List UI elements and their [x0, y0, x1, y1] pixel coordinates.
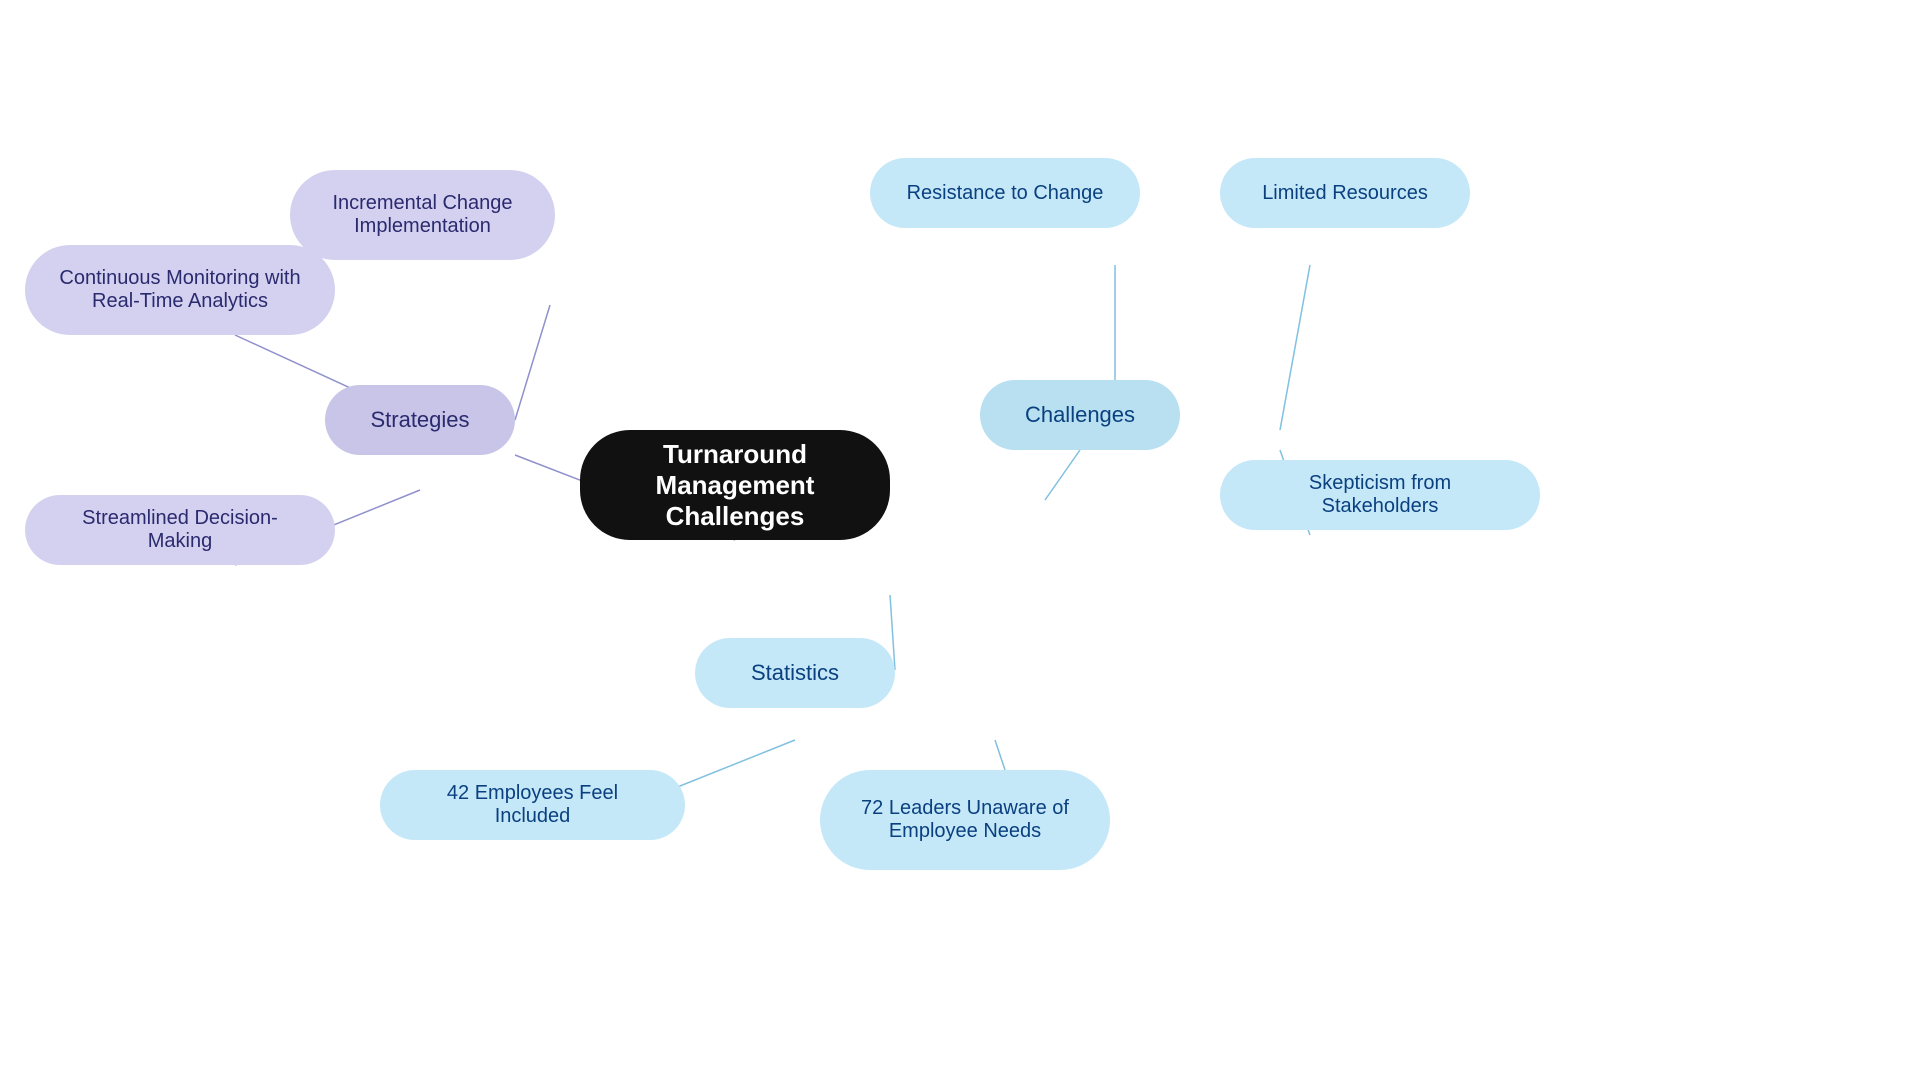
stat-employees-label: 42 Employees Feel Included: [408, 782, 657, 828]
strategies-hub: Strategies: [325, 385, 515, 455]
strategy-monitoring-label: Continuous Monitoring with Real-Time Ana…: [53, 267, 307, 313]
stat-item-leaders: 72 Leaders Unaware of Employee Needs: [820, 770, 1110, 870]
challenge-skepticism-label: Skepticism from Stakeholders: [1248, 472, 1512, 518]
challenges-hub: Challenges: [980, 380, 1180, 450]
statistics-hub: Statistics: [695, 638, 895, 708]
challenge-item-skepticism: Skepticism from Stakeholders: [1220, 460, 1540, 530]
strategy-incremental-label: Incremental Change Implementation: [318, 192, 527, 238]
challenge-resources-label: Limited Resources: [1262, 182, 1428, 205]
statistics-label: Statistics: [751, 660, 839, 686]
strategies-label: Strategies: [370, 407, 469, 433]
strategy-item-decision: Streamlined Decision-Making: [25, 495, 335, 565]
strategy-decision-label: Streamlined Decision-Making: [53, 507, 307, 553]
challenges-label: Challenges: [1025, 402, 1135, 428]
strategy-item-monitoring: Continuous Monitoring with Real-Time Ana…: [25, 245, 335, 335]
challenge-item-resources: Limited Resources: [1220, 158, 1470, 228]
challenge-item-resistance: Resistance to Change: [870, 158, 1140, 228]
challenge-resistance-label: Resistance to Change: [907, 182, 1104, 205]
stat-leaders-label: 72 Leaders Unaware of Employee Needs: [848, 797, 1082, 843]
center-label: Turnaround Management Challenges: [608, 439, 862, 532]
stat-item-employees: 42 Employees Feel Included: [380, 770, 685, 840]
strategy-item-incremental: Incremental Change Implementation: [290, 170, 555, 260]
center-node: Turnaround Management Challenges: [580, 430, 890, 540]
